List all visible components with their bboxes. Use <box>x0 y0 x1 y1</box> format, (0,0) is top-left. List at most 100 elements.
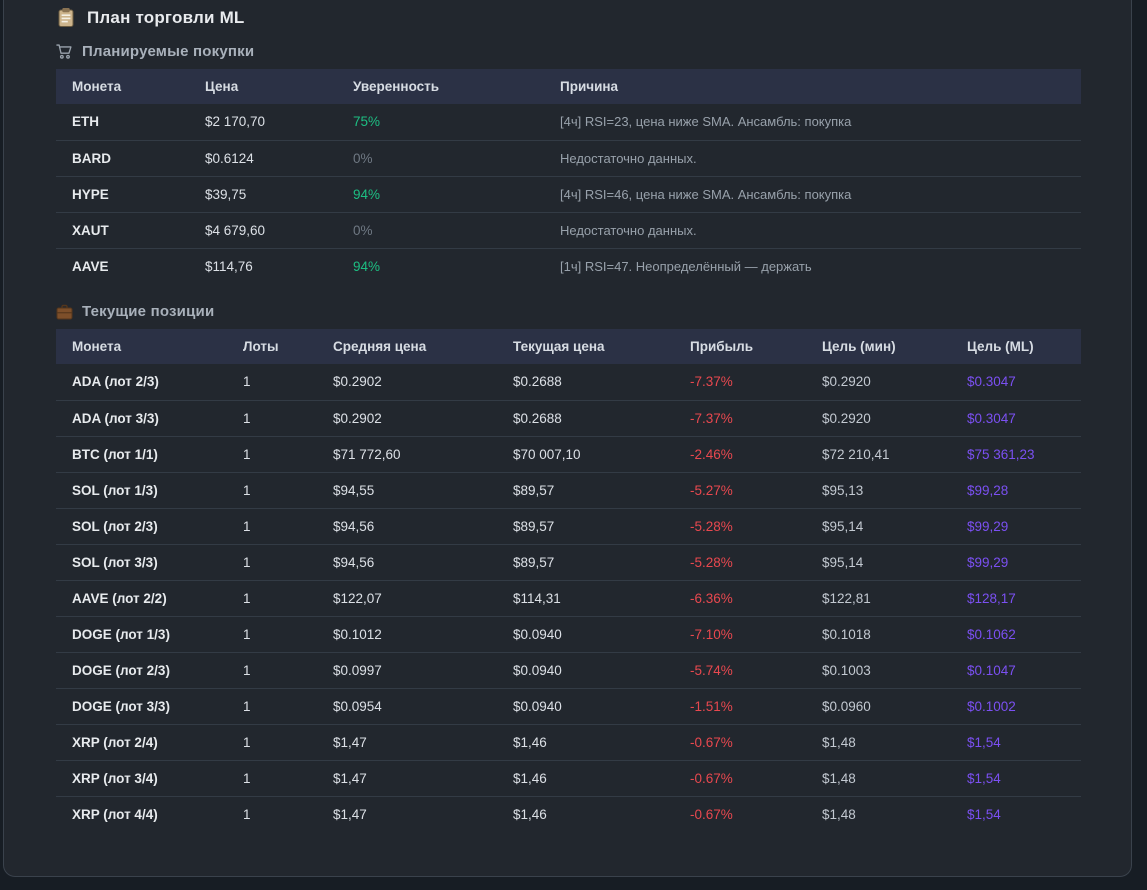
planned-purchases-table: Монета Цена Уверенность Причина ETH $2 17… <box>56 69 1081 284</box>
target-min-cell: $95,14 <box>806 507 951 544</box>
current-price-cell: $89,57 <box>497 543 674 580</box>
reason-cell: [4ч] RSI=23, цена ниже SMA. Ансамбль: по… <box>560 114 852 130</box>
price-cell: $2 170,70 <box>205 114 266 130</box>
coin-cell: DOGE (лот 2/3) <box>56 651 227 688</box>
avg-price-cell: $122,07 <box>317 579 497 616</box>
current-price-cell: $0.0940 <box>497 651 674 688</box>
profit-cell: -2.46% <box>674 435 806 472</box>
table-header-row: Монета Цена Уверенность Причина <box>56 69 1081 104</box>
target-ml-cell: $99,28 <box>951 471 1081 508</box>
table-row: SOL (лот 3/3) 1 $94,56 $89,57 -5.28% $95,14 $9… <box>56 543 1081 580</box>
coin-cell: ADA (лот 2/3) <box>72 374 159 390</box>
coin-cell: HYPE <box>56 175 189 212</box>
price-cell: $4 679,60 <box>189 211 337 248</box>
coin-cell: XRP (лот 4/4) <box>56 795 227 832</box>
lots-cell: 1 <box>227 615 317 652</box>
table-row: SOL (лот 2/3) 1 $94,56 $89,57 -5.28% $95,14 $9… <box>56 507 1081 544</box>
table-row: BARD $0.6124 0% Недостаточно данных. <box>56 139 1081 176</box>
section-planned-purchases: Планируемые покупки <box>56 43 1081 60</box>
profit-cell: -6.36% <box>674 579 806 616</box>
avg-price-cell: $94,56 <box>317 543 497 580</box>
target-ml-cell: $0.1047 <box>951 651 1081 688</box>
table-row: AAVE (лот 2/2) 1 $122,07 $114,31 -6.36% $122,… <box>56 579 1081 616</box>
lots-cell: 1 <box>227 543 317 580</box>
clipboard-icon <box>56 7 76 28</box>
confidence-cell: 94% <box>337 175 544 212</box>
coin-cell: XRP (лот 3/4) <box>56 759 227 796</box>
current-price-cell: $0.0940 <box>497 687 674 724</box>
target-min-cell: $0.1003 <box>806 651 951 688</box>
target-min-cell: $1,48 <box>806 723 951 760</box>
profit-cell: -7.10% <box>674 615 806 652</box>
section-title: Планируемые покупки <box>82 43 255 60</box>
section-current-positions: Текущие позиции <box>56 303 1081 320</box>
column-header-target-ml: Цель (ML) <box>967 339 1034 354</box>
coin-cell: DOGE (лот 3/3) <box>56 687 227 724</box>
lots-cell: 1 <box>227 651 317 688</box>
shopping-cart-icon <box>56 43 73 60</box>
lots-cell: 1 <box>227 471 317 508</box>
target-min-cell: $0.2920 <box>806 399 951 436</box>
trading-plan-panel: План торговли ML Планируемые покупки Мон… <box>3 0 1132 877</box>
table-row: DOGE (лот 3/3) 1 $0.0954 $0.0940 -1.51% $0.09… <box>56 687 1081 724</box>
confidence-cell: 0% <box>337 211 544 248</box>
current-price-cell: $0.2688 <box>497 399 674 436</box>
price-cell: $114,76 <box>189 247 337 284</box>
target-ml-cell: $99,29 <box>951 507 1081 544</box>
avg-price-cell: $0.0997 <box>317 651 497 688</box>
coin-cell: AAVE <box>56 247 189 284</box>
table-header-row: Монета Лоты Средняя цена Текущая цена Пр… <box>56 329 1081 364</box>
table-row: XRP (лот 4/4) 1 $1,47 $1,46 -0.67% $1,48 $1,54 <box>56 795 1081 832</box>
avg-price-cell: $0.2902 <box>333 374 382 390</box>
current-price-cell: $0.2688 <box>513 374 562 390</box>
current-positions-body: ADA (лот 2/3) 1 $0.2902 $0.2688 -7.37% $0.292… <box>56 364 1081 832</box>
target-min-cell: $122,81 <box>806 579 951 616</box>
profit-cell: -5.27% <box>674 471 806 508</box>
target-ml-cell: $128,17 <box>951 579 1081 616</box>
lots-cell: 1 <box>227 579 317 616</box>
current-price-cell: $70 007,10 <box>497 435 674 472</box>
coin-cell: SOL (лот 1/3) <box>56 471 227 508</box>
reason-cell: [1ч] RSI=47. Неопределённый — держать <box>544 247 1081 284</box>
coin-cell: BTC (лот 1/1) <box>56 435 227 472</box>
lots-cell: 1 <box>227 507 317 544</box>
profit-cell: -1.51% <box>674 687 806 724</box>
target-min-cell: $0.1018 <box>806 615 951 652</box>
column-header-coin: Монета <box>72 339 122 354</box>
column-header-reason: Причина <box>560 79 619 94</box>
coin-cell: DOGE (лот 1/3) <box>56 615 227 652</box>
current-price-cell: $114,31 <box>497 579 674 616</box>
reason-cell: Недостаточно данных. <box>544 211 1081 248</box>
avg-price-cell: $94,55 <box>317 471 497 508</box>
price-cell: $39,75 <box>189 175 337 212</box>
current-price-cell: $1,46 <box>497 795 674 832</box>
table-row: XRP (лот 3/4) 1 $1,47 $1,46 -0.67% $1,48 $1,54 <box>56 759 1081 796</box>
column-header-confidence: Уверенность <box>353 79 440 94</box>
table-row: ETH $2 170,70 75% [4ч] RSI=23, цена ниже SM… <box>56 104 1081 140</box>
current-positions-table: Монета Лоты Средняя цена Текущая цена Пр… <box>56 329 1081 832</box>
briefcase-icon <box>56 304 73 320</box>
column-header-profit: Прибыль <box>690 339 753 354</box>
target-ml-cell: $1,54 <box>951 759 1081 796</box>
table-row: DOGE (лот 2/3) 1 $0.0997 $0.0940 -5.74% $0.10… <box>56 651 1081 688</box>
coin-cell: XRP (лот 2/4) <box>56 723 227 760</box>
profit-cell: -5.28% <box>674 543 806 580</box>
target-min-cell: $95,13 <box>806 471 951 508</box>
coin-cell: SOL (лот 2/3) <box>56 507 227 544</box>
section-title: Текущие позиции <box>82 303 215 320</box>
current-price-cell: $1,46 <box>497 759 674 796</box>
coin-cell: SOL (лот 3/3) <box>56 543 227 580</box>
confidence-cell: 75% <box>353 114 381 130</box>
table-row: SOL (лот 1/3) 1 $94,55 $89,57 -5.27% $95,13 $9… <box>56 471 1081 508</box>
current-price-cell: $0.0940 <box>497 615 674 652</box>
avg-price-cell: $1,47 <box>317 759 497 796</box>
table-row: DOGE (лот 1/3) 1 $0.1012 $0.0940 -7.10% $0.10… <box>56 615 1081 652</box>
target-min-cell: $0.0960 <box>806 687 951 724</box>
table-row: XAUT $4 679,60 0% Недостаточно данных. <box>56 211 1081 248</box>
profit-cell: -0.67% <box>674 723 806 760</box>
reason-cell: Недостаточно данных. <box>544 139 1081 176</box>
profit-cell: -5.74% <box>674 651 806 688</box>
table-row: AAVE $114,76 94% [1ч] RSI=47. Неопределённы… <box>56 247 1081 284</box>
profit-cell: -7.37% <box>690 374 733 390</box>
profit-cell: -7.37% <box>674 399 806 436</box>
